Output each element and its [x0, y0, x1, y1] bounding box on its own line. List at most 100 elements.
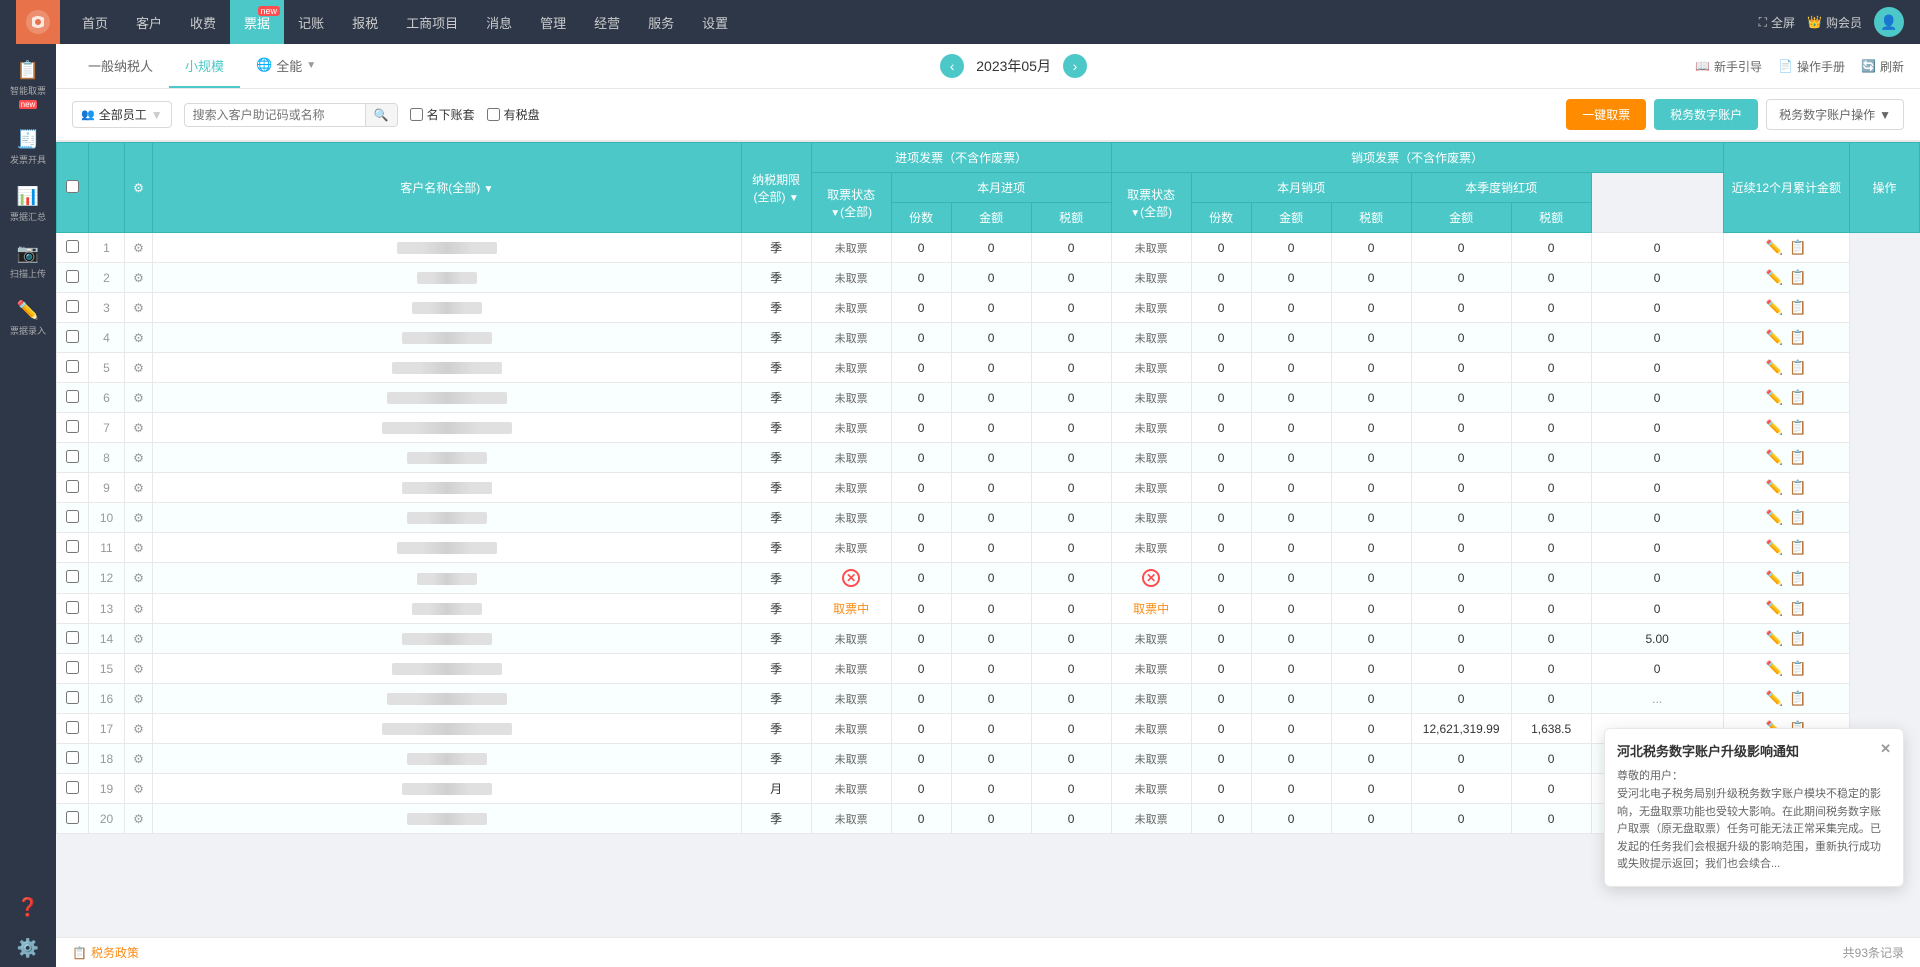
row-checkbox[interactable] — [66, 270, 79, 283]
sidebar-item-scan[interactable]: 📷 扫描上传 — [2, 235, 54, 288]
nav-manage[interactable]: 管理 — [526, 0, 580, 44]
row-edit-icon[interactable]: ✏️ — [1766, 269, 1783, 286]
row-copy-icon[interactable]: 📋 — [1789, 539, 1806, 556]
row-gear[interactable]: ⚙ — [125, 293, 153, 323]
nav-home[interactable]: 首页 — [68, 0, 122, 44]
row-checkbox[interactable] — [66, 570, 79, 583]
sidebar-item-summary[interactable]: 📊 票据汇总 — [2, 178, 54, 231]
row-checkbox[interactable] — [66, 721, 79, 734]
row-gear[interactable]: ⚙ — [125, 503, 153, 533]
row-checkbox[interactable] — [66, 390, 79, 403]
refresh-link[interactable]: 🔄 刷新 — [1861, 58, 1904, 75]
row-checkbox[interactable] — [66, 510, 79, 523]
row-checkbox[interactable] — [66, 300, 79, 313]
row-checkbox[interactable] — [66, 450, 79, 463]
nav-message[interactable]: 消息 — [472, 0, 526, 44]
row-checkbox[interactable] — [66, 631, 79, 644]
tax-ops-btn[interactable]: 税务数字账户操作 ▼ — [1766, 99, 1904, 130]
row-checkbox[interactable] — [66, 751, 79, 764]
row-copy-icon[interactable]: 📋 — [1789, 269, 1806, 286]
row-edit-icon[interactable]: ✏️ — [1766, 539, 1783, 556]
row-copy-icon[interactable]: 📋 — [1789, 359, 1806, 376]
nav-service[interactable]: 服务 — [634, 0, 688, 44]
manual-link[interactable]: 📄 操作手册 — [1778, 58, 1845, 75]
row-gear[interactable]: ⚙ — [125, 654, 153, 684]
row-gear[interactable]: ⚙ — [125, 684, 153, 714]
row-copy-icon[interactable]: 📋 — [1789, 299, 1806, 316]
row-gear[interactable]: ⚙ — [125, 804, 153, 834]
row-copy-icon[interactable]: 📋 — [1789, 690, 1806, 707]
row-edit-icon[interactable]: ✏️ — [1766, 419, 1783, 436]
row-gear[interactable]: ⚙ — [125, 323, 153, 353]
row-edit-icon[interactable]: ✏️ — [1766, 239, 1783, 256]
subnav-all[interactable]: 🌐全能 ▼ — [240, 44, 332, 88]
row-gear[interactable]: ⚙ — [125, 533, 153, 563]
new-guide-link[interactable]: 📖 新手引导 — [1695, 58, 1762, 75]
row-gear[interactable]: ⚙ — [125, 233, 153, 263]
row-edit-icon[interactable]: ✏️ — [1766, 690, 1783, 707]
row-gear[interactable]: ⚙ — [125, 473, 153, 503]
col-tax-period-header[interactable]: 纳税期限(全部) ▼ — [741, 143, 811, 233]
nav-operation[interactable]: 经营 — [580, 0, 634, 44]
row-checkbox[interactable] — [66, 781, 79, 794]
subnav-general[interactable]: 一般纳税人 — [72, 44, 169, 88]
row-copy-icon[interactable]: 📋 — [1789, 630, 1806, 647]
nav-bookkeeping[interactable]: 记账 — [284, 0, 338, 44]
row-checkbox[interactable] — [66, 480, 79, 493]
row-gear[interactable]: ⚙ — [125, 624, 153, 654]
nav-settings[interactable]: 设置 — [688, 0, 742, 44]
sidebar-item-open-invoice[interactable]: 🧾 发票开具 — [2, 121, 54, 174]
user-avatar[interactable]: 👤 — [1874, 7, 1904, 37]
notification-close-btn[interactable]: ✕ — [1880, 741, 1891, 760]
nav-invoice[interactable]: 票据 new — [230, 0, 284, 44]
tax-policy-link[interactable]: 税务政策 — [91, 944, 139, 961]
sidebar-item-smart-invoice[interactable]: 📋 智能取票 new — [2, 52, 54, 117]
row-edit-icon[interactable]: ✏️ — [1766, 509, 1783, 526]
row-edit-icon[interactable]: ✏️ — [1766, 299, 1783, 316]
row-gear[interactable]: ⚙ — [125, 413, 153, 443]
row-edit-icon[interactable]: ✏️ — [1766, 600, 1783, 617]
row-edit-icon[interactable]: ✏️ — [1766, 570, 1783, 587]
row-gear[interactable]: ⚙ — [125, 744, 153, 774]
nav-client[interactable]: 客户 — [122, 0, 176, 44]
employee-select[interactable]: 👥 全部员工 ▼ — [72, 101, 172, 128]
prev-month-btn[interactable]: ‹ — [940, 54, 964, 78]
row-edit-icon[interactable]: ✏️ — [1766, 359, 1783, 376]
row-gear[interactable]: ⚙ — [125, 563, 153, 594]
one-click-fetch-btn[interactable]: 一键取票 — [1566, 99, 1646, 130]
next-month-btn[interactable]: › — [1063, 54, 1087, 78]
row-checkbox[interactable] — [66, 691, 79, 704]
row-copy-icon[interactable]: 📋 — [1789, 509, 1806, 526]
row-copy-icon[interactable]: 📋 — [1789, 419, 1806, 436]
row-checkbox[interactable] — [66, 330, 79, 343]
row-checkbox[interactable] — [66, 811, 79, 824]
row-checkbox[interactable] — [66, 601, 79, 614]
row-gear[interactable]: ⚙ — [125, 774, 153, 804]
col-out-status-header[interactable]: 取票状态▼(全部) — [1111, 173, 1191, 233]
row-edit-icon[interactable]: ✏️ — [1766, 449, 1783, 466]
row-checkbox[interactable] — [66, 661, 79, 674]
sidebar-item-settings[interactable]: ⚙️ — [2, 930, 54, 967]
row-copy-icon[interactable]: 📋 — [1789, 479, 1806, 496]
row-gear[interactable]: ⚙ — [125, 353, 153, 383]
row-checkbox[interactable] — [66, 420, 79, 433]
my-accounts-checkbox[interactable] — [410, 108, 423, 121]
row-checkbox[interactable] — [66, 540, 79, 553]
nav-fee[interactable]: 收费 — [176, 0, 230, 44]
fullscreen-btn[interactable]: ⛶ 全屏 — [1759, 14, 1795, 31]
tax-disk-checkbox[interactable] — [487, 108, 500, 121]
row-gear[interactable]: ⚙ — [125, 594, 153, 624]
row-copy-icon[interactable]: 📋 — [1789, 570, 1806, 587]
row-gear[interactable]: ⚙ — [125, 383, 153, 413]
sidebar-item-help[interactable]: ❓ — [2, 889, 54, 926]
row-checkbox[interactable] — [66, 360, 79, 373]
check-my-accounts[interactable]: 名下账套 — [410, 106, 475, 123]
col-name-header[interactable]: 客户名称(全部) ▼ — [153, 143, 742, 233]
subnav-small[interactable]: 小规模 — [169, 44, 240, 88]
nav-commerce[interactable]: 工商项目 — [392, 0, 472, 44]
row-edit-icon[interactable]: ✏️ — [1766, 660, 1783, 677]
row-copy-icon[interactable]: 📋 — [1789, 239, 1806, 256]
row-edit-icon[interactable]: ✏️ — [1766, 389, 1783, 406]
tax-account-btn[interactable]: 税务数字账户 — [1654, 99, 1758, 130]
col-in-status-header[interactable]: 取票状态▼(全部) — [811, 173, 891, 233]
